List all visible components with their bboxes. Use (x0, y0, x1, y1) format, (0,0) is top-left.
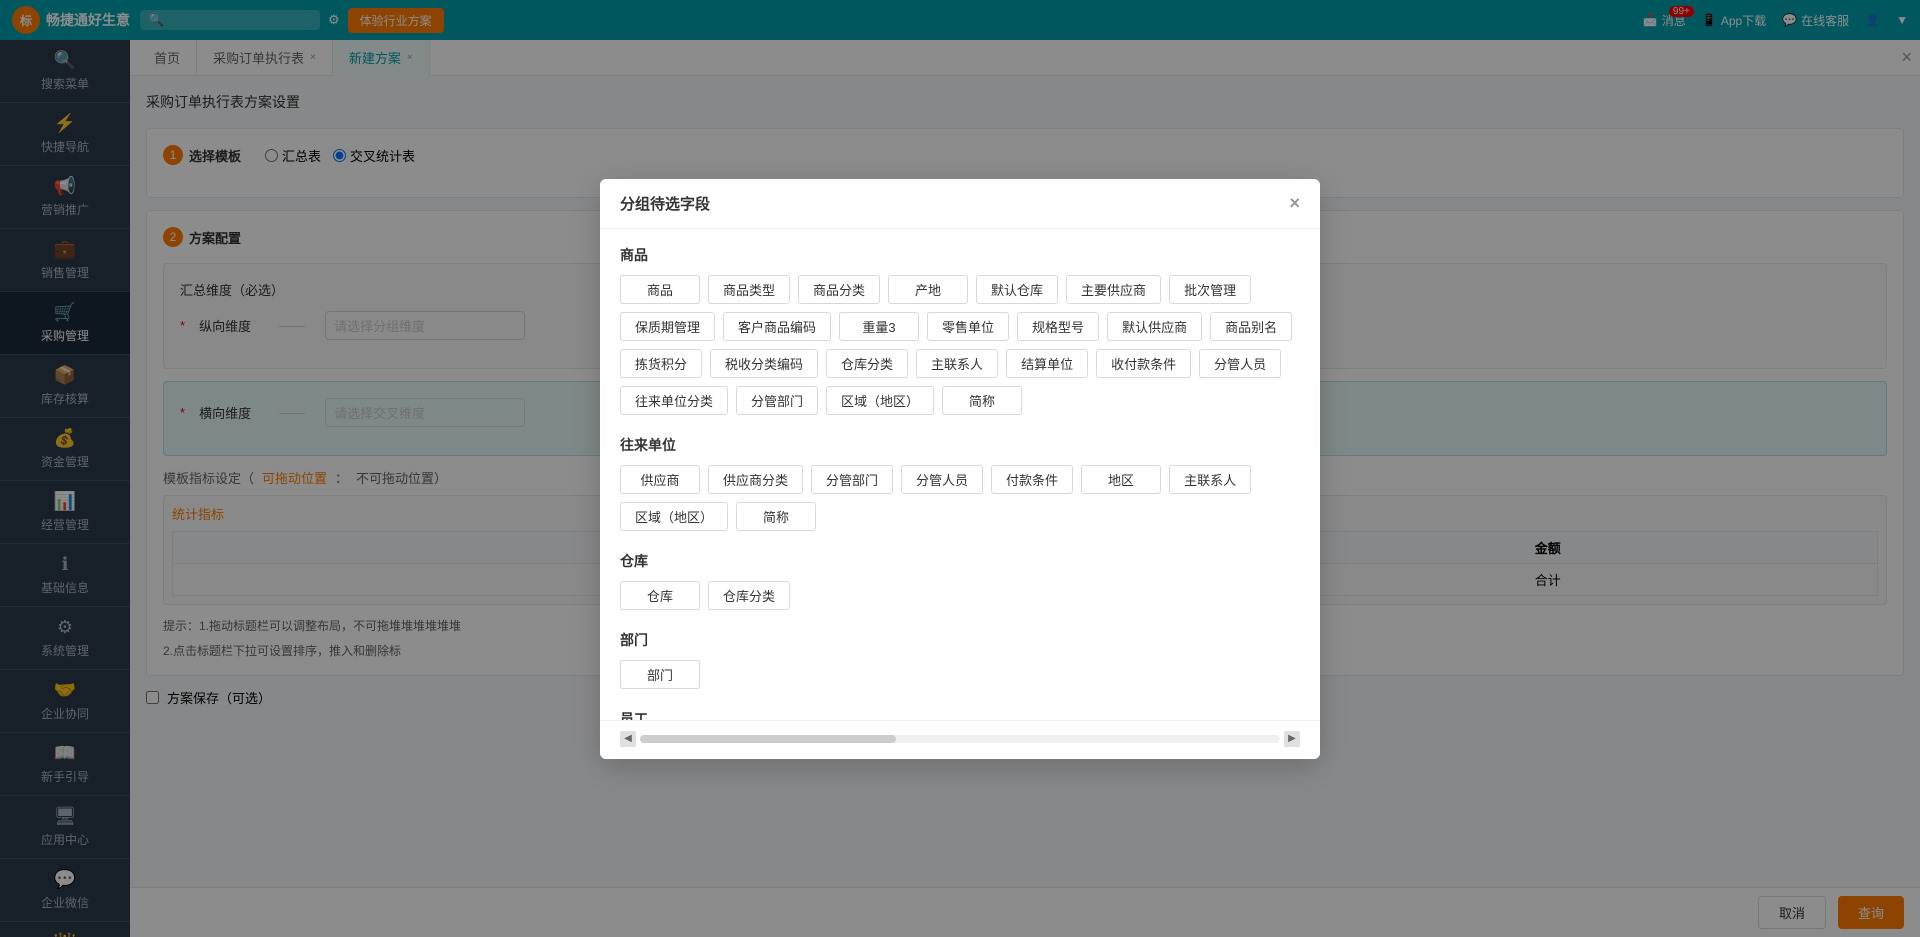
field-tag[interactable]: 主联系人 (916, 349, 998, 378)
field-group-仓库: 仓库仓库仓库分类 (620, 551, 1300, 610)
field-tag[interactable]: 商品分类 (798, 275, 880, 304)
field-group-title: 往来单位 (620, 435, 1300, 455)
field-tag[interactable]: 简称 (942, 386, 1022, 415)
field-tag[interactable]: 付款条件 (991, 465, 1073, 494)
field-tag[interactable]: 批次管理 (1169, 275, 1251, 304)
field-tag[interactable]: 商品类型 (708, 275, 790, 304)
field-group-title: 部门 (620, 630, 1300, 650)
field-tag[interactable]: 分管部门 (811, 465, 893, 494)
field-tag[interactable]: 分管人员 (1199, 349, 1281, 378)
field-tag[interactable]: 主要供应商 (1066, 275, 1161, 304)
modal: 分组待选字段 × 商品商品商品类型商品分类产地默认仓库主要供应商批次管理保质期管… (600, 179, 1320, 759)
modal-header: 分组待选字段 × (600, 179, 1320, 229)
field-tag[interactable]: 供应商分类 (708, 465, 803, 494)
field-tag[interactable]: 保质期管理 (620, 312, 715, 341)
modal-close-btn[interactable]: × (1289, 193, 1300, 214)
scroll-right-btn[interactable]: ▶ (1284, 731, 1300, 747)
field-tag[interactable]: 地区 (1081, 465, 1161, 494)
field-tag[interactable]: 结算单位 (1006, 349, 1088, 378)
field-tag[interactable]: 往来单位分类 (620, 386, 728, 415)
field-tag[interactable]: 产地 (888, 275, 968, 304)
field-tag[interactable]: 拣货积分 (620, 349, 702, 378)
field-tag[interactable]: 仓库 (620, 581, 700, 610)
field-tag[interactable]: 商品别名 (1210, 312, 1292, 341)
modal-overlay: 分组待选字段 × 商品商品商品类型商品分类产地默认仓库主要供应商批次管理保质期管… (0, 0, 1920, 937)
field-tags: 仓库仓库分类 (620, 581, 1300, 610)
field-group-员工: 员工业务员 (620, 709, 1300, 720)
modal-body: 商品商品商品类型商品分类产地默认仓库主要供应商批次管理保质期管理客户商品编码重量… (600, 229, 1320, 720)
field-tag[interactable]: 区域（地区） (826, 386, 934, 415)
field-tags: 供应商供应商分类分管部门分管人员付款条件地区主联系人区域（地区） 简称 (620, 465, 1300, 531)
field-tag[interactable]: 收付款条件 (1096, 349, 1191, 378)
field-tags: 商品商品类型商品分类产地默认仓库主要供应商批次管理保质期管理客户商品编码重量3 零… (620, 275, 1300, 415)
field-group-往来单位: 往来单位供应商供应商分类分管部门分管人员付款条件地区主联系人区域（地区） 简称 (620, 435, 1300, 531)
scroll-track (640, 735, 1280, 743)
field-tag[interactable]: 分管人员 (901, 465, 983, 494)
field-group-title: 员工 (620, 709, 1300, 720)
field-tag[interactable]: 分管部门 (736, 386, 818, 415)
field-tag[interactable]: 默认仓库 (976, 275, 1058, 304)
h-scroll-bar[interactable]: ◀ ▶ (620, 727, 1300, 751)
field-tag[interactable]: 重量3 (839, 312, 919, 341)
field-tag[interactable]: 默认供应商 (1107, 312, 1202, 341)
field-tag[interactable]: 客户商品编码 (723, 312, 831, 341)
field-group-商品: 商品商品商品类型商品分类产地默认仓库主要供应商批次管理保质期管理客户商品编码重量… (620, 245, 1300, 415)
field-tag[interactable]: 税收分类编码 (710, 349, 818, 378)
field-tag[interactable]: 零售单位 (927, 312, 1009, 341)
modal-title: 分组待选字段 (620, 193, 710, 214)
field-tag[interactable]: 仓库分类 (826, 349, 908, 378)
field-tag[interactable]: 简称 (736, 502, 816, 531)
scroll-thumb (640, 735, 896, 743)
field-tag[interactable]: 主联系人 (1169, 465, 1251, 494)
field-tags: 部门 (620, 660, 1300, 689)
field-tag[interactable]: 仓库分类 (708, 581, 790, 610)
field-tag[interactable]: 部门 (620, 660, 700, 689)
field-group-title: 仓库 (620, 551, 1300, 571)
field-group-部门: 部门部门 (620, 630, 1300, 689)
scroll-left-btn[interactable]: ◀ (620, 731, 636, 747)
field-group-title: 商品 (620, 245, 1300, 265)
field-tag[interactable]: 区域（地区） (620, 502, 728, 531)
field-tag[interactable]: 商品 (620, 275, 700, 304)
field-tag[interactable]: 规格型号 (1017, 312, 1099, 341)
field-tag[interactable]: 供应商 (620, 465, 700, 494)
